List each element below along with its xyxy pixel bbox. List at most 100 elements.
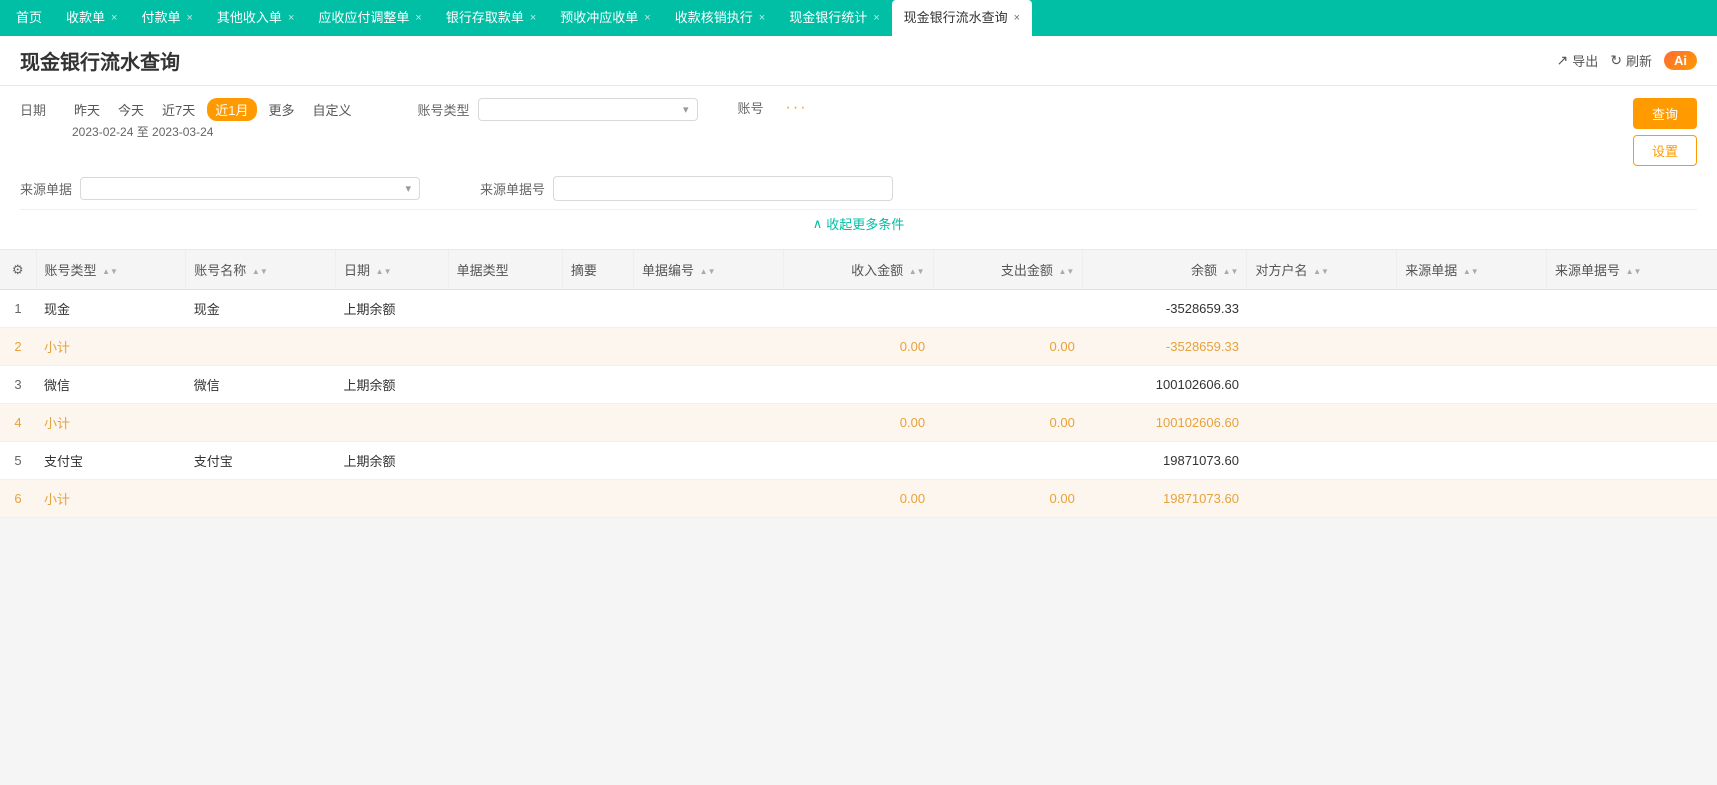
row-source-doc (1397, 328, 1547, 366)
th-source-doc[interactable]: 来源单据 ▲▼ (1397, 250, 1547, 290)
sort-account-type-icon: ▲▼ (102, 268, 118, 276)
nav-tab-bank-deposit[interactable]: 银行存取款单 × (434, 0, 548, 36)
row-num-cell: 6 (0, 480, 36, 518)
date-more[interactable]: 更多 (263, 98, 301, 121)
row-source-doc-num (1546, 328, 1717, 366)
th-gear[interactable]: ⚙ (0, 250, 36, 290)
date-filter-label: 日期 (20, 100, 60, 119)
table-row: 1现金现金上期余额-3528659.33 (0, 290, 1717, 328)
th-doc-number[interactable]: 单据编号 ▲▼ (634, 250, 784, 290)
row-income (783, 366, 933, 404)
sort-expense-icon: ▲▼ (1058, 268, 1074, 276)
th-account-name[interactable]: 账号名称 ▲▼ (186, 250, 336, 290)
row-balance: -3528659.33 (1083, 290, 1247, 328)
table-row: 5支付宝支付宝上期余额19871073.60 (0, 442, 1717, 480)
row-balance: 19871073.60 (1083, 480, 1247, 518)
table-row: 3微信微信上期余额100102606.60 (0, 366, 1717, 404)
table-row: 2小计0.000.00-3528659.33 (0, 328, 1717, 366)
nav-tab-bank-stats[interactable]: 现金银行统计 × (777, 0, 891, 36)
gear-icon[interactable]: ⚙ (12, 262, 24, 277)
row-summary (562, 404, 633, 442)
row-expense: 0.00 (933, 404, 1083, 442)
row-income: 0.00 (783, 480, 933, 518)
th-expense[interactable]: 支出金额 ▲▼ (933, 250, 1083, 290)
row-income (783, 442, 933, 480)
export-button[interactable]: ↗ 导出 (1557, 51, 1599, 70)
row-summary (562, 328, 633, 366)
account-type-select[interactable]: ▾ (478, 98, 698, 121)
date-yesterday[interactable]: 昨天 (68, 98, 106, 121)
close-bank-flow-tab[interactable]: × (1014, 0, 1020, 36)
table-container: ⚙ 账号类型 ▲▼ 账号名称 ▲▼ 日期 ▲▼ 单据类型 摘 (0, 250, 1717, 518)
row-num-cell: 4 (0, 404, 36, 442)
query-button[interactable]: 查询 (1633, 98, 1697, 129)
row-source-doc-num (1546, 404, 1717, 442)
top-navigation: 首页 收款单 × 付款单 × 其他收入单 × 应收应付调整单 × 银行存取款单 … (0, 0, 1717, 36)
row-source-doc (1397, 366, 1547, 404)
refresh-button[interactable]: ↻ 刷新 (1610, 51, 1652, 70)
page-header: 现金银行流水查询 ↗ 导出 ↻ 刷新 Ai (0, 36, 1717, 86)
row-account-name: 微信 (186, 366, 336, 404)
row-source-doc-num (1546, 366, 1717, 404)
row-source-doc (1397, 480, 1547, 518)
row-counterpart (1247, 442, 1397, 480)
close-receipt-tab[interactable]: × (111, 0, 117, 36)
filter-area: 日期 昨天 今天 近7天 近1月 更多 自定义 2023-02-24 至 202… (0, 86, 1717, 250)
sort-income-icon: ▲▼ (909, 268, 925, 276)
row-account-type: 微信 (36, 366, 186, 404)
page-title: 现金银行流水查询 (20, 46, 180, 75)
close-bank-deposit-tab[interactable]: × (530, 0, 536, 36)
date-options: 昨天 今天 近7天 近1月 更多 自定义 (68, 98, 358, 121)
row-summary (562, 366, 633, 404)
ai-button[interactable]: Ai (1664, 51, 1697, 70)
th-account-type[interactable]: 账号类型 ▲▼ (36, 250, 186, 290)
nav-tab-other-income[interactable]: 其他收入单 × (205, 0, 306, 36)
th-source-doc-num[interactable]: 来源单据号 ▲▼ (1546, 250, 1717, 290)
row-income (783, 290, 933, 328)
row-doc-number (634, 404, 784, 442)
nav-tab-advance[interactable]: 预收冲应收单 × (548, 0, 662, 36)
row-account-type: 小计 (36, 404, 186, 442)
th-date[interactable]: 日期 ▲▼ (336, 250, 449, 290)
th-income[interactable]: 收入金额 ▲▼ (783, 250, 933, 290)
row-account-name (186, 480, 336, 518)
close-verification-tab[interactable]: × (759, 0, 765, 36)
row-account-type: 小计 (36, 328, 186, 366)
nav-tab-verification[interactable]: 收款核销执行 × (663, 0, 777, 36)
row-doc-number (634, 366, 784, 404)
table-header-row: ⚙ 账号类型 ▲▼ 账号名称 ▲▼ 日期 ▲▼ 单据类型 摘 (0, 250, 1717, 290)
nav-tab-payment[interactable]: 付款单 × (129, 0, 204, 36)
date-today[interactable]: 今天 (112, 98, 150, 121)
account-dots[interactable]: ··· (786, 99, 808, 117)
close-other-income-tab[interactable]: × (288, 0, 294, 36)
row-doc-number (634, 290, 784, 328)
th-counterpart[interactable]: 对方户名 ▲▼ (1247, 250, 1397, 290)
source-doc-select[interactable]: ▾ (80, 177, 420, 200)
row-summary (562, 480, 633, 518)
nav-tab-adjustment[interactable]: 应收应付调整单 × (306, 0, 433, 36)
sort-doc-number-icon: ▲▼ (700, 268, 716, 276)
row-balance: 19871073.60 (1083, 442, 1247, 480)
close-bank-stats-tab[interactable]: × (873, 0, 879, 36)
row-expense (933, 442, 1083, 480)
nav-home[interactable]: 首页 (4, 0, 54, 36)
row-income: 0.00 (783, 328, 933, 366)
row-num-cell: 5 (0, 442, 36, 480)
source-doc-num-input[interactable] (553, 176, 893, 201)
close-adjustment-tab[interactable]: × (415, 0, 421, 36)
close-payment-tab[interactable]: × (186, 0, 192, 36)
row-doc-number (634, 442, 784, 480)
th-balance[interactable]: 余额 ▲▼ (1083, 250, 1247, 290)
row-expense: 0.00 (933, 480, 1083, 518)
date-7days[interactable]: 近7天 (156, 98, 201, 121)
settings-button[interactable]: 设置 (1633, 135, 1697, 166)
collapse-button[interactable]: ∧ 收起更多条件 (20, 209, 1697, 237)
date-custom[interactable]: 自定义 (307, 98, 358, 121)
nav-tab-bank-flow[interactable]: 现金银行流水查询 × (892, 0, 1032, 36)
nav-tab-receipt[interactable]: 收款单 × (54, 0, 129, 36)
close-advance-tab[interactable]: × (644, 0, 650, 36)
account-label: 账号 (738, 98, 778, 117)
row-source-doc-num (1546, 480, 1717, 518)
date-1month[interactable]: 近1月 (207, 98, 256, 121)
table-row: 4小计0.000.00100102606.60 (0, 404, 1717, 442)
